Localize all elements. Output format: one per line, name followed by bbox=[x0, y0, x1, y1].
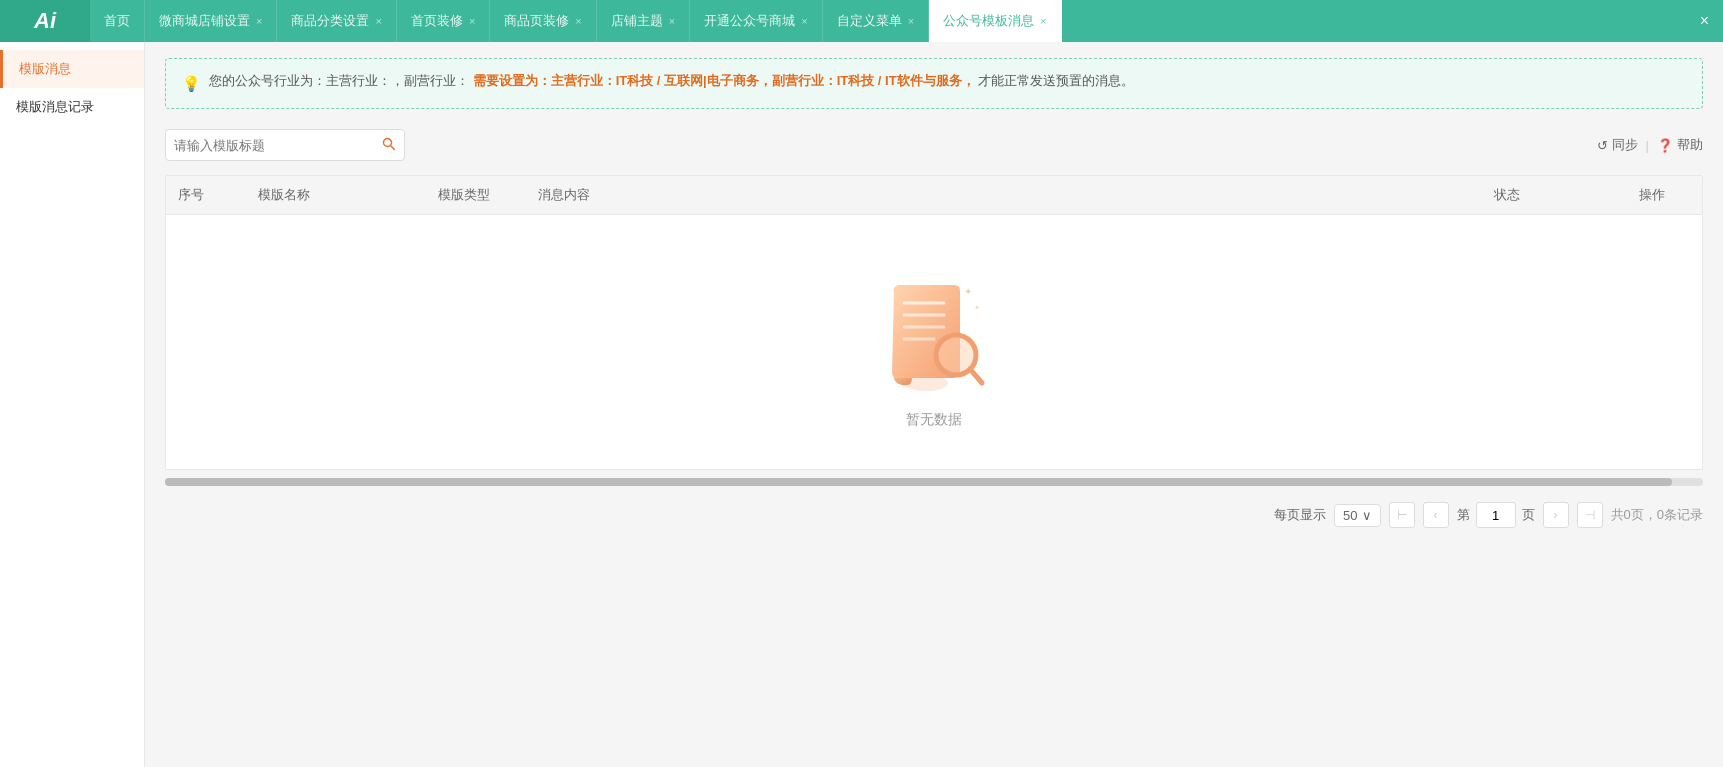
pagination: 每页显示 50 ∨ ⊢ ‹ 第 页 › ⊣ 共0页，0条记录 bbox=[165, 494, 1703, 536]
last-page-button[interactable]: ⊣ bbox=[1577, 502, 1603, 528]
tab-close-store-settings[interactable]: × bbox=[256, 15, 262, 27]
tab-category-settings[interactable]: 商品分类设置× bbox=[277, 0, 396, 42]
svg-line-1 bbox=[391, 145, 395, 149]
per-page-chevron: ∨ bbox=[1362, 508, 1372, 523]
page-suffix: 页 bbox=[1522, 506, 1535, 524]
col-status: 状态 bbox=[1482, 176, 1602, 214]
table-scrollbar[interactable] bbox=[165, 478, 1703, 486]
global-close-button[interactable]: × bbox=[1686, 12, 1723, 30]
empty-text: 暂无数据 bbox=[906, 411, 962, 429]
col-seq: 序号 bbox=[166, 176, 246, 214]
app-logo: Ai bbox=[0, 0, 90, 42]
notice-box: 💡 您的公众号行业为：主营行业：，副营行业： 需要设置为：主营行业：IT科技 /… bbox=[165, 58, 1703, 109]
tab-store-theme[interactable]: 店铺主题× bbox=[597, 0, 690, 42]
col-action: 操作 bbox=[1602, 176, 1702, 214]
notice-icon: 💡 bbox=[182, 72, 201, 96]
tab-custom-menu[interactable]: 自定义菜单× bbox=[823, 0, 929, 42]
tab-close-open-mall[interactable]: × bbox=[801, 15, 807, 27]
col-type: 模版类型 bbox=[426, 176, 526, 214]
help-icon: ❓ bbox=[1657, 138, 1673, 153]
col-name: 模版名称 bbox=[246, 176, 426, 214]
next-page-button[interactable]: › bbox=[1543, 502, 1569, 528]
sync-label: 同步 bbox=[1612, 136, 1638, 154]
svg-text:✦: ✦ bbox=[974, 304, 980, 311]
data-table: 序号 模版名称 模版类型 消息内容 状态 操作 bbox=[165, 175, 1703, 470]
svg-line-8 bbox=[970, 369, 982, 383]
total-info: 共0页，0条记录 bbox=[1611, 506, 1703, 524]
tab-close-home-decor[interactable]: × bbox=[469, 15, 475, 27]
tab-open-mall[interactable]: 开通公众号商城× bbox=[690, 0, 822, 42]
page-input[interactable] bbox=[1476, 502, 1516, 528]
toolbar-divider: | bbox=[1642, 138, 1653, 153]
tab-close-template-msg[interactable]: × bbox=[1040, 15, 1046, 27]
search-bar: ↺ 同步 | ❓ 帮助 bbox=[165, 129, 1703, 161]
sidebar: 模版消息模版消息记录 bbox=[0, 42, 145, 767]
empty-state: ✦ ✦ 暂无数据 bbox=[166, 215, 1702, 469]
tab-close-store-theme[interactable]: × bbox=[669, 15, 675, 27]
per-page-value: 50 bbox=[1343, 508, 1357, 523]
search-input-wrapper[interactable] bbox=[165, 129, 405, 161]
table-header: 序号 模版名称 模版类型 消息内容 状态 操作 bbox=[166, 176, 1702, 215]
tab-close-product-decor[interactable]: × bbox=[575, 15, 581, 27]
notice-text: 您的公众号行业为：主营行业：，副营行业： 需要设置为：主营行业：IT科技 / 互… bbox=[209, 71, 1134, 92]
search-input[interactable] bbox=[174, 138, 382, 153]
content-area: 💡 您的公众号行业为：主营行业：，副营行业： 需要设置为：主营行业：IT科技 /… bbox=[145, 42, 1723, 767]
tab-template-msg[interactable]: 公众号模板消息× bbox=[929, 0, 1061, 42]
per-page-label: 每页显示 bbox=[1274, 506, 1326, 524]
sync-icon: ↺ bbox=[1597, 138, 1608, 153]
prev-page-button[interactable]: ‹ bbox=[1423, 502, 1449, 528]
search-button[interactable] bbox=[382, 137, 396, 154]
main-layout: 模版消息模版消息记录 💡 您的公众号行业为：主营行业：，副营行业： 需要设置为：… bbox=[0, 42, 1723, 767]
help-label: 帮助 bbox=[1677, 136, 1703, 154]
empty-icon: ✦ ✦ bbox=[874, 275, 994, 395]
per-page-select[interactable]: 50 ∨ bbox=[1334, 504, 1380, 527]
notice-highlight: 需要设置为：主营行业：IT科技 / 互联网|电子商务，副营行业：IT科技 / I… bbox=[473, 73, 975, 88]
page-prefix: 第 bbox=[1457, 506, 1470, 524]
tabs-container: 首页微商城店铺设置×商品分类设置×首页装修×商品页装修×店铺主题×开通公众号商城… bbox=[90, 0, 1686, 42]
toolbar-right: ↺ 同步 | ❓ 帮助 bbox=[1597, 136, 1703, 154]
page-input-wrapper: 第 页 bbox=[1457, 502, 1535, 528]
tab-close-custom-menu[interactable]: × bbox=[908, 15, 914, 27]
col-content: 消息内容 bbox=[526, 176, 1482, 214]
sync-button[interactable]: ↺ 同步 bbox=[1597, 136, 1638, 154]
svg-text:✦: ✦ bbox=[964, 286, 972, 297]
help-button[interactable]: ❓ 帮助 bbox=[1657, 136, 1703, 154]
first-page-button[interactable]: ⊢ bbox=[1389, 502, 1415, 528]
top-nav: Ai 首页微商城店铺设置×商品分类设置×首页装修×商品页装修×店铺主题×开通公众… bbox=[0, 0, 1723, 42]
tab-home-decor[interactable]: 首页装修× bbox=[397, 0, 490, 42]
tab-close-category-settings[interactable]: × bbox=[375, 15, 381, 27]
tab-product-decor[interactable]: 商品页装修× bbox=[490, 0, 596, 42]
sidebar-item-template-msg[interactable]: 模版消息 bbox=[0, 50, 144, 88]
tab-store-settings[interactable]: 微商城店铺设置× bbox=[145, 0, 277, 42]
sidebar-item-template-msg-log[interactable]: 模版消息记录 bbox=[0, 88, 144, 126]
tab-home[interactable]: 首页 bbox=[90, 0, 145, 42]
